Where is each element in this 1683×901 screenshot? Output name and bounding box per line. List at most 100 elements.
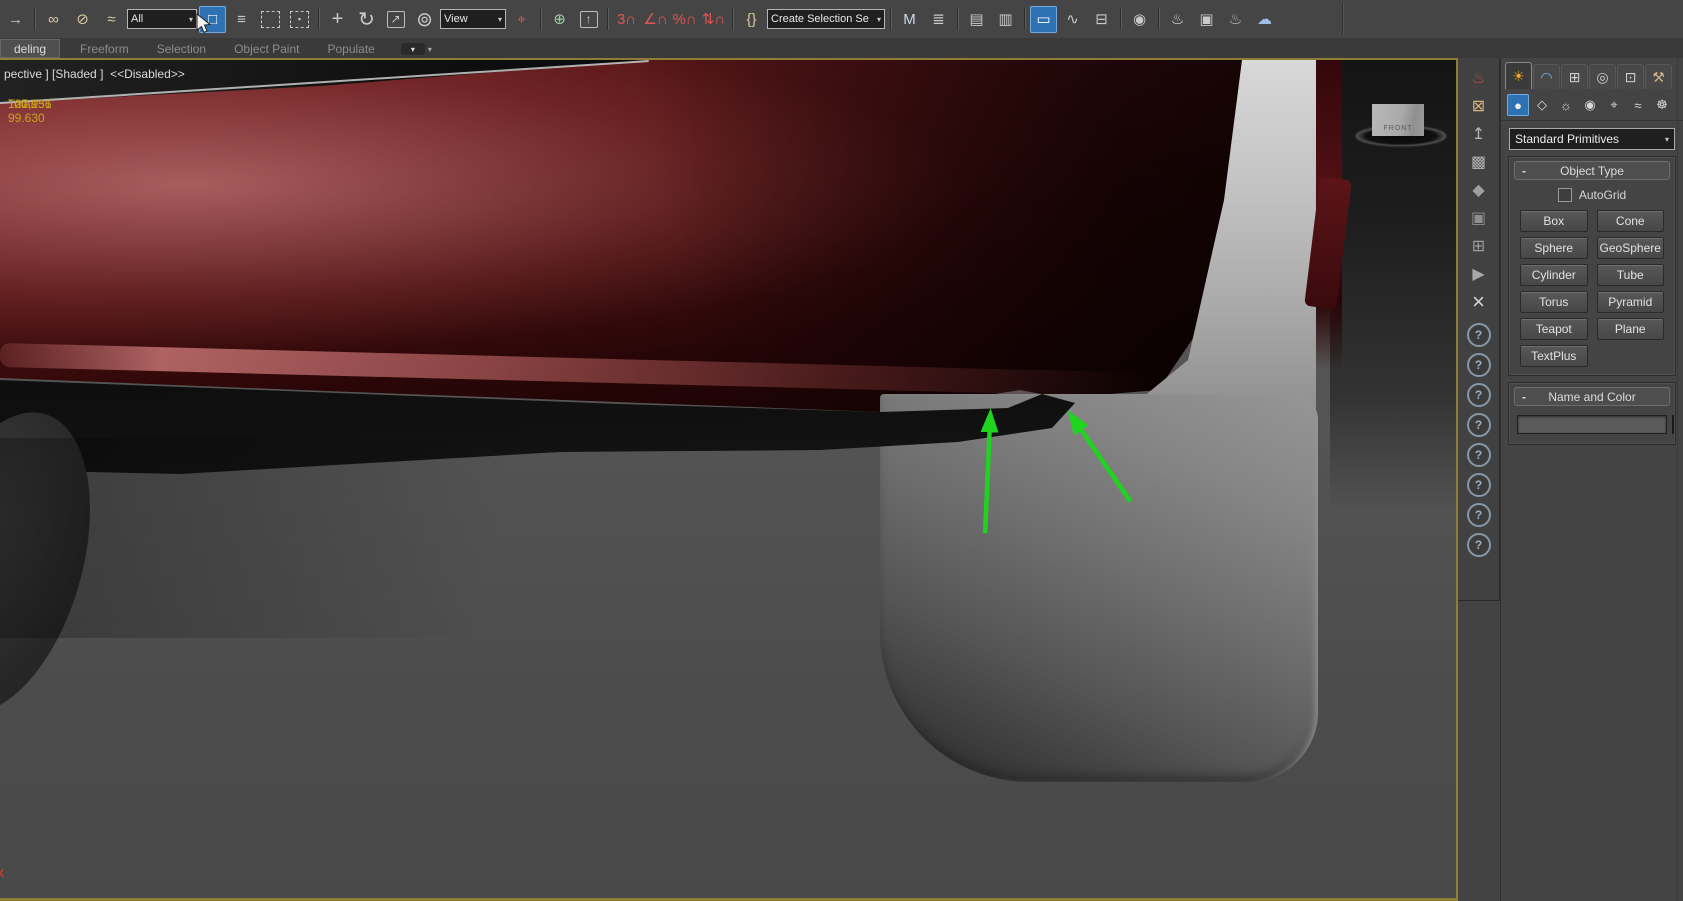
ribbon-toggle-button[interactable]: ▭ ▾ xyxy=(1030,5,1057,33)
sphere-button[interactable]: Sphere xyxy=(1520,237,1588,259)
tab-hierarchy[interactable]: ⊞ xyxy=(1561,64,1588,89)
category-lights-icon[interactable]: ☼ xyxy=(1555,94,1577,116)
help-button[interactable]: ? xyxy=(1466,383,1491,407)
bind-to-spacewarp-icon[interactable]: ≈ ▾ xyxy=(98,6,125,33)
play-animation-icon[interactable]: ▶ xyxy=(1464,260,1494,288)
perspective-viewport[interactable]: FRONT x pective ] [Shaded ] <<Disabled>>… xyxy=(0,58,1458,901)
snaps-toggle-3d-icon[interactable]: 3∩ ▾ xyxy=(613,6,640,33)
category-shapes-icon[interactable]: ◇ xyxy=(1531,94,1553,116)
help-button[interactable]: ? xyxy=(1466,473,1491,497)
chevron-down-icon: ▾ xyxy=(427,44,432,54)
reference-coordinate-dropdown[interactable]: View ▾ xyxy=(440,9,506,29)
main-toolbar: → ▾ ▾ ∞ ▾ ⊘ ▾ ≈ ▾ xyxy=(0,0,1683,38)
angle-snap-toggle-icon[interactable]: ∠∩ ▾ xyxy=(642,6,669,33)
region-checker-icon[interactable]: ▩ xyxy=(1464,148,1494,176)
viewport-label[interactable]: pective ] [Shaded ] <<Disabled>> xyxy=(4,67,185,81)
tab-display[interactable]: ⊡ xyxy=(1617,64,1644,89)
layer-explorer-toggle[interactable]: ▥ ▾ xyxy=(992,6,1019,33)
split-panels-icon[interactable]: ▣ xyxy=(1464,204,1494,232)
help-button[interactable]: ? xyxy=(1466,533,1491,557)
textplus-button[interactable]: TextPlus xyxy=(1520,345,1588,367)
material-editor-button[interactable]: ◉ ▾ xyxy=(1126,6,1153,33)
align-button[interactable]: ≣ ▾ xyxy=(925,6,952,33)
window-crossing-toggle[interactable]: ▪ ▾ xyxy=(286,6,313,33)
render-teapot-icon[interactable]: ♨ xyxy=(1464,64,1494,92)
torus-button[interactable]: Torus xyxy=(1520,291,1588,313)
select-and-place-button[interactable]: ⊚ ▾ xyxy=(411,6,438,33)
category-spacewarps-icon[interactable]: ≈ xyxy=(1627,94,1649,116)
cylinder-button[interactable]: Cylinder xyxy=(1520,264,1588,286)
category-geometry-icon[interactable]: ● xyxy=(1507,94,1529,116)
tab-utilities[interactable]: ⚒ xyxy=(1645,64,1672,89)
schematic-view-button[interactable]: ⊟ ▾ xyxy=(1088,6,1115,33)
close-icon[interactable]: × xyxy=(1464,288,1494,316)
tab-motion[interactable]: ◎ xyxy=(1589,64,1616,89)
tube-button[interactable]: Tube xyxy=(1596,264,1664,286)
category-cameras-icon[interactable]: ◉ xyxy=(1579,94,1601,116)
side-strip-filler xyxy=(1458,601,1500,901)
help-button[interactable]: ? xyxy=(1466,503,1491,527)
object-name-input[interactable] xyxy=(1517,415,1667,434)
spinner-snap-toggle-icon[interactable]: ⇅∩ ▾ xyxy=(700,6,727,33)
geosphere-button[interactable]: GeoSphere xyxy=(1596,237,1664,259)
plane-button[interactable]: Plane xyxy=(1596,318,1664,340)
green-arrow-right xyxy=(1067,410,1133,503)
cone-button[interactable]: Cone xyxy=(1596,210,1664,232)
named-selection-set-dropdown[interactable]: Create Selection Se ▾ xyxy=(767,9,885,29)
primitive-category-dropdown[interactable]: Standard Primitives ▾ xyxy=(1509,128,1675,150)
use-pivot-center-button[interactable]: ⌖ ▾ xyxy=(508,6,535,33)
category-systems-icon[interactable]: ☸ xyxy=(1651,94,1673,116)
keyboard-override-toggle[interactable]: ↑ ▾ xyxy=(575,6,602,33)
percent-snap-toggle-icon[interactable]: %∩ ▾ xyxy=(671,6,698,33)
render-setup-button[interactable]: ♨ ▾ xyxy=(1164,6,1191,33)
tab-object-paint[interactable]: Object Paint xyxy=(220,39,313,58)
subobject-level-icon[interactable]: ◆ xyxy=(1464,176,1494,204)
pyramid-button[interactable]: Pyramid xyxy=(1596,291,1664,313)
object-color-swatch[interactable] xyxy=(1672,415,1674,434)
tab-populate[interactable]: Populate xyxy=(313,39,388,58)
select-and-move-button[interactable]: + ▾ xyxy=(324,6,351,33)
autogrid-checkbox[interactable] xyxy=(1557,188,1572,202)
autogrid-arrow-icon[interactable]: ↥ xyxy=(1464,120,1494,148)
category-helpers-icon[interactable]: ⌖ xyxy=(1603,94,1625,116)
help-button[interactable]: ? xyxy=(1466,443,1491,467)
redo-arrow-icon[interactable]: → ▾ xyxy=(2,6,29,33)
tab-create[interactable]: ☀ xyxy=(1505,62,1532,89)
render-cloud-button[interactable]: ☁ ▾ xyxy=(1251,6,1278,33)
selection-filter-dropdown[interactable]: All ▾ xyxy=(127,9,197,29)
lattice-icon[interactable]: ⊞ xyxy=(1464,232,1494,260)
box-button[interactable]: Box xyxy=(1520,210,1588,232)
tab-selection[interactable]: Selection xyxy=(143,39,220,58)
tab-modify[interactable]: ◠ xyxy=(1533,64,1560,89)
separator: ▾ xyxy=(604,6,611,32)
select-and-scale-button[interactable]: ↗ ▾ xyxy=(382,6,409,33)
ribbon-overflow-button[interactable]: ▾ ▾ xyxy=(400,43,432,58)
teapot-button[interactable]: Teapot xyxy=(1520,318,1588,340)
named-selection-sets-button[interactable]: {} ▾ xyxy=(738,6,765,33)
chevron-down-icon: ▾ xyxy=(497,14,502,24)
help-button[interactable]: ? xyxy=(1466,353,1491,377)
select-and-link-icon[interactable]: ∞ ▾ xyxy=(40,6,67,33)
object-type-header[interactable]: - Object Type xyxy=(1514,161,1670,180)
help-button[interactable]: ? xyxy=(1466,413,1491,437)
render-production-button[interactable]: ♨ ▾ xyxy=(1222,6,1249,33)
select-and-rotate-button[interactable]: ↻ ▾ xyxy=(353,6,380,33)
rendered-frame-button[interactable]: ▣ ▾ xyxy=(1193,6,1220,33)
rectangular-selection-region-button[interactable]: ▾ xyxy=(257,6,284,33)
help-button[interactable]: ? xyxy=(1466,323,1491,347)
collapse-icon[interactable]: - xyxy=(1515,164,1533,178)
select-by-name-button[interactable]: ≡ ▾ xyxy=(228,6,255,33)
tab-freeform[interactable]: Freeform xyxy=(66,39,143,58)
collapse-icon[interactable]: - xyxy=(1515,390,1533,404)
delete-box-icon[interactable]: ⊠ xyxy=(1464,92,1494,120)
curve-editor-button[interactable]: ∿ ▾ xyxy=(1059,6,1086,33)
separator: ▾ xyxy=(537,6,544,32)
separator: ▾ xyxy=(1155,6,1162,32)
mirror-button[interactable]: M ▾ xyxy=(896,6,923,33)
scene-explorer-toggle[interactable]: ▤ ▾ xyxy=(963,6,990,33)
tab-modeling[interactable]: deling xyxy=(0,39,61,58)
name-color-header[interactable]: - Name and Color xyxy=(1514,387,1670,406)
select-and-manipulate-button[interactable]: ⊕ ▾ xyxy=(546,6,573,33)
unlink-selection-icon[interactable]: ⊘ ▾ xyxy=(69,6,96,33)
autogrid-row: AutoGrid xyxy=(1514,188,1670,202)
